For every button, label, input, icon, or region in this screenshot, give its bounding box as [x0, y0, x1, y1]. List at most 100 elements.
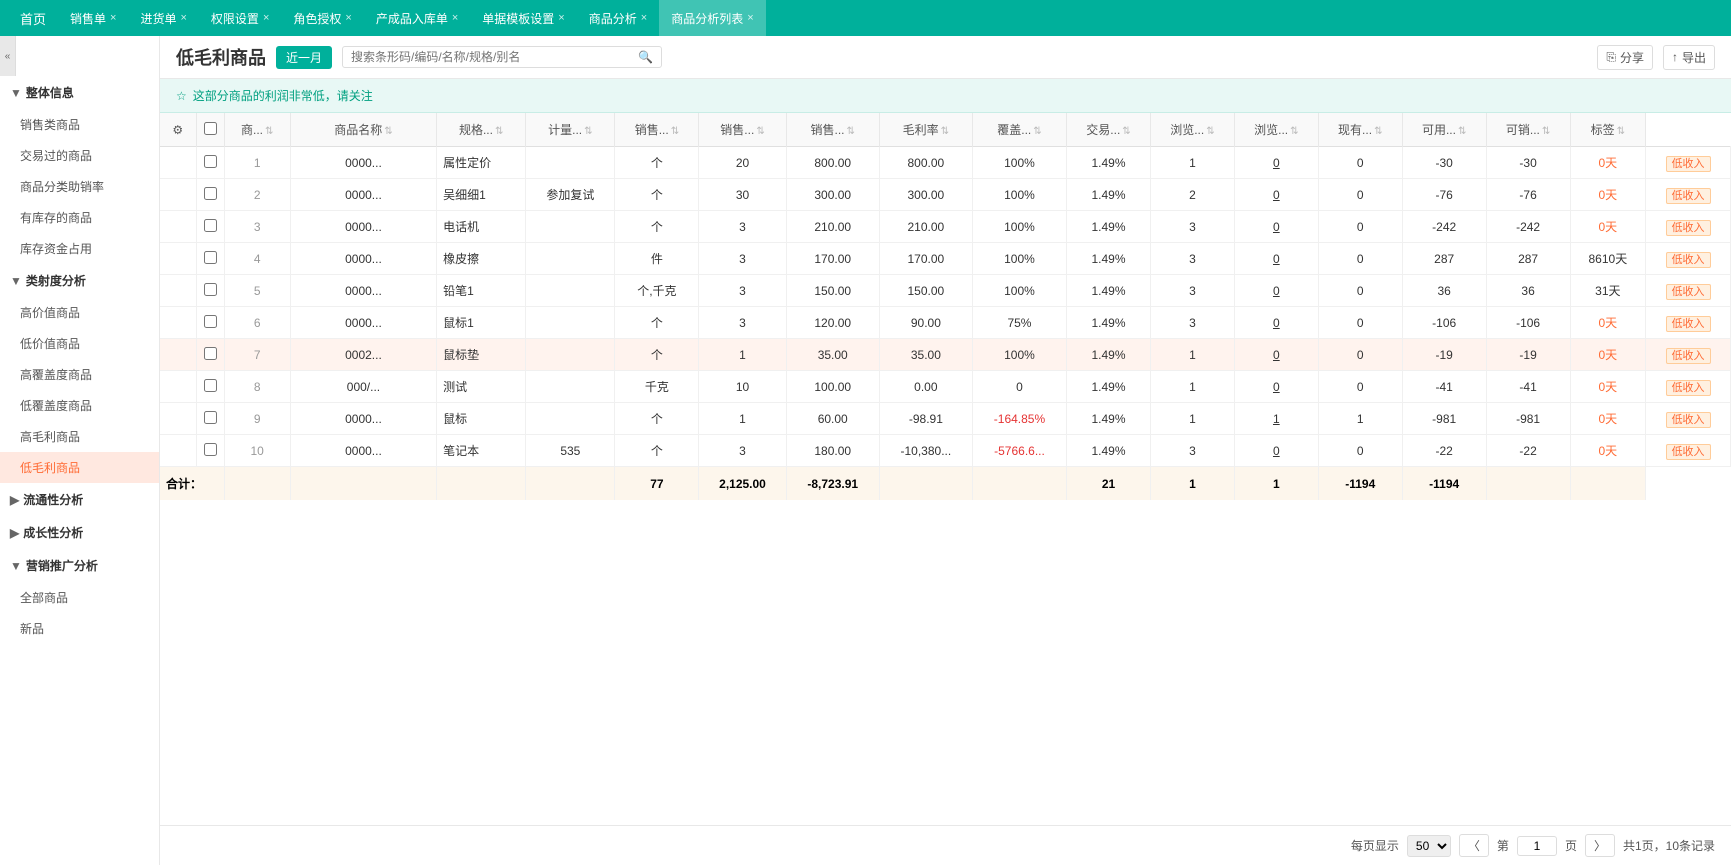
view-count-link[interactable]: 0 — [1273, 316, 1280, 330]
prev-page-button[interactable]: 〈 — [1459, 834, 1489, 857]
col-code[interactable]: 商...⇅ — [224, 113, 290, 147]
view-count-link[interactable]: 0 — [1273, 252, 1280, 266]
col-view1[interactable]: 浏览...⇅ — [1150, 113, 1234, 147]
view-count-link[interactable]: 0 — [1273, 284, 1280, 298]
sidebar-item-low-coverage[interactable]: 低覆盖度商品 — [0, 390, 159, 421]
nav-purchase[interactable]: 进货单 × — [128, 0, 198, 36]
view-count-link[interactable]: 0 — [1273, 348, 1280, 362]
row-checkbox[interactable] — [196, 179, 224, 211]
view-count-link[interactable]: 0 — [1273, 444, 1280, 458]
date-filter-button[interactable]: 近一月 — [276, 46, 332, 69]
view-count-link[interactable]: 0 — [1273, 156, 1280, 170]
sidebar-group-coverage[interactable]: ▼ 类射度分析 — [0, 264, 159, 297]
nav-permissions[interactable]: 权限设置 × — [199, 0, 281, 36]
page-number-input[interactable] — [1517, 836, 1557, 856]
row-checkbox[interactable] — [196, 243, 224, 275]
row-checkbox[interactable] — [196, 147, 224, 179]
row-view-count[interactable]: 0 — [1234, 339, 1318, 371]
row-checkbox[interactable] — [196, 211, 224, 243]
row-select-checkbox[interactable] — [204, 379, 217, 392]
export-button[interactable]: ↑ 导出 — [1663, 45, 1715, 70]
view-count-link[interactable]: 0 — [1273, 220, 1280, 234]
sidebar-item-high-coverage[interactable]: 高覆盖度商品 — [0, 359, 159, 390]
col-sales-price[interactable]: 销售...⇅ — [699, 113, 786, 147]
sidebar-item-all-products[interactable]: 全部商品 — [0, 582, 159, 613]
sidebar-group-growth[interactable]: ▶ 成长性分析 — [0, 516, 159, 549]
col-unit[interactable]: 计量...⇅ — [526, 113, 615, 147]
sidebar-item-stock-capital[interactable]: 库存资金占用 — [0, 233, 159, 264]
sidebar-item-sales-products[interactable]: 销售类商品 — [0, 109, 159, 140]
row-select-checkbox[interactable] — [204, 315, 217, 328]
row-checkbox[interactable] — [196, 275, 224, 307]
col-settings[interactable]: ⚙ — [160, 113, 196, 147]
row-select-checkbox[interactable] — [204, 283, 217, 296]
next-page-button[interactable]: 〉 — [1585, 834, 1615, 857]
sidebar-item-high-margin[interactable]: 高毛利商品 — [0, 421, 159, 452]
view-count-link[interactable]: 0 — [1273, 188, 1280, 202]
col-sellable-days[interactable]: 可销...⇅ — [1486, 113, 1570, 147]
close-analysis-icon[interactable]: × — [641, 12, 647, 24]
nav-sales[interactable]: 销售单 × — [58, 0, 128, 36]
row-select-checkbox[interactable] — [204, 219, 217, 232]
sidebar-item-new-products[interactable]: 新品 — [0, 613, 159, 644]
col-gross-margin[interactable]: 毛利率⇅ — [879, 113, 972, 147]
search-box[interactable]: 🔍 — [342, 46, 662, 68]
col-sales-amount[interactable]: 销售...⇅ — [786, 113, 879, 147]
row-view-count[interactable]: 0 — [1234, 275, 1318, 307]
col-name[interactable]: 商品名称⇅ — [290, 113, 436, 147]
row-checkbox[interactable] — [196, 339, 224, 371]
col-stock-usable[interactable]: 可用...⇅ — [1402, 113, 1486, 147]
row-select-checkbox[interactable] — [204, 251, 217, 264]
col-spec[interactable]: 规格...⇅ — [437, 113, 526, 147]
search-input[interactable] — [351, 50, 638, 64]
nav-product-analysis[interactable]: 商品分析 × — [577, 0, 659, 36]
col-tag[interactable]: 标签⇅ — [1570, 113, 1646, 147]
sidebar-collapse-button[interactable]: « — [0, 36, 16, 76]
row-view-count[interactable]: 0 — [1234, 211, 1318, 243]
row-select-checkbox[interactable] — [204, 411, 217, 424]
row-select-checkbox[interactable] — [204, 347, 217, 360]
row-select-checkbox[interactable] — [204, 443, 217, 456]
sidebar-group-overall[interactable]: ▼ 整体信息 — [0, 76, 159, 109]
row-checkbox[interactable] — [196, 435, 224, 467]
view-count-link[interactable]: 1 — [1273, 412, 1280, 426]
row-checkbox[interactable] — [196, 371, 224, 403]
row-checkbox[interactable] — [196, 403, 224, 435]
sidebar-group-circulation[interactable]: ▶ 流通性分析 — [0, 483, 159, 516]
close-analysis-list-icon[interactable]: × — [747, 12, 753, 24]
row-select-checkbox[interactable] — [204, 155, 217, 168]
search-icon[interactable]: 🔍 — [638, 50, 653, 64]
close-role-auth-icon[interactable]: × — [345, 12, 351, 24]
nav-product-storage[interactable]: 产成品入库单 × — [364, 0, 470, 36]
row-view-count[interactable]: 1 — [1234, 403, 1318, 435]
close-sales-icon[interactable]: × — [110, 12, 116, 24]
select-all-checkbox[interactable] — [204, 122, 217, 135]
col-trade-count[interactable]: 交易...⇅ — [1067, 113, 1151, 147]
col-coverage[interactable]: 覆盖...⇅ — [972, 113, 1066, 147]
row-view-count[interactable]: 0 — [1234, 179, 1318, 211]
nav-template-settings[interactable]: 单据模板设置 × — [470, 0, 576, 36]
sidebar-item-in-stock[interactable]: 有库存的商品 — [0, 202, 159, 233]
sidebar-item-traded-products[interactable]: 交易过的商品 — [0, 140, 159, 171]
page-size-select[interactable]: 50 — [1407, 835, 1451, 857]
row-view-count[interactable]: 0 — [1234, 435, 1318, 467]
col-checkbox[interactable] — [196, 113, 224, 147]
row-view-count[interactable]: 0 — [1234, 147, 1318, 179]
row-view-count[interactable]: 0 — [1234, 371, 1318, 403]
view-count-link[interactable]: 0 — [1273, 380, 1280, 394]
close-product-storage-icon[interactable]: × — [452, 12, 458, 24]
sidebar-item-high-value[interactable]: 高价值商品 — [0, 297, 159, 328]
share-button[interactable]: ⎘ 分享 — [1597, 45, 1653, 70]
close-permissions-icon[interactable]: × — [263, 12, 269, 24]
nav-home[interactable]: 首页 — [8, 0, 58, 36]
sidebar-item-category-rate[interactable]: 商品分类助销率 — [0, 171, 159, 202]
col-stock-current[interactable]: 现有...⇅ — [1318, 113, 1402, 147]
sidebar-item-low-margin[interactable]: 低毛利商品 — [0, 452, 159, 483]
sidebar-group-marketing[interactable]: ▼ 营销推广分析 — [0, 549, 159, 582]
row-view-count[interactable]: 0 — [1234, 243, 1318, 275]
row-select-checkbox[interactable] — [204, 187, 217, 200]
close-purchase-icon[interactable]: × — [180, 12, 186, 24]
col-view2[interactable]: 浏览...⇅ — [1234, 113, 1318, 147]
row-view-count[interactable]: 0 — [1234, 307, 1318, 339]
close-template-icon[interactable]: × — [558, 12, 564, 24]
